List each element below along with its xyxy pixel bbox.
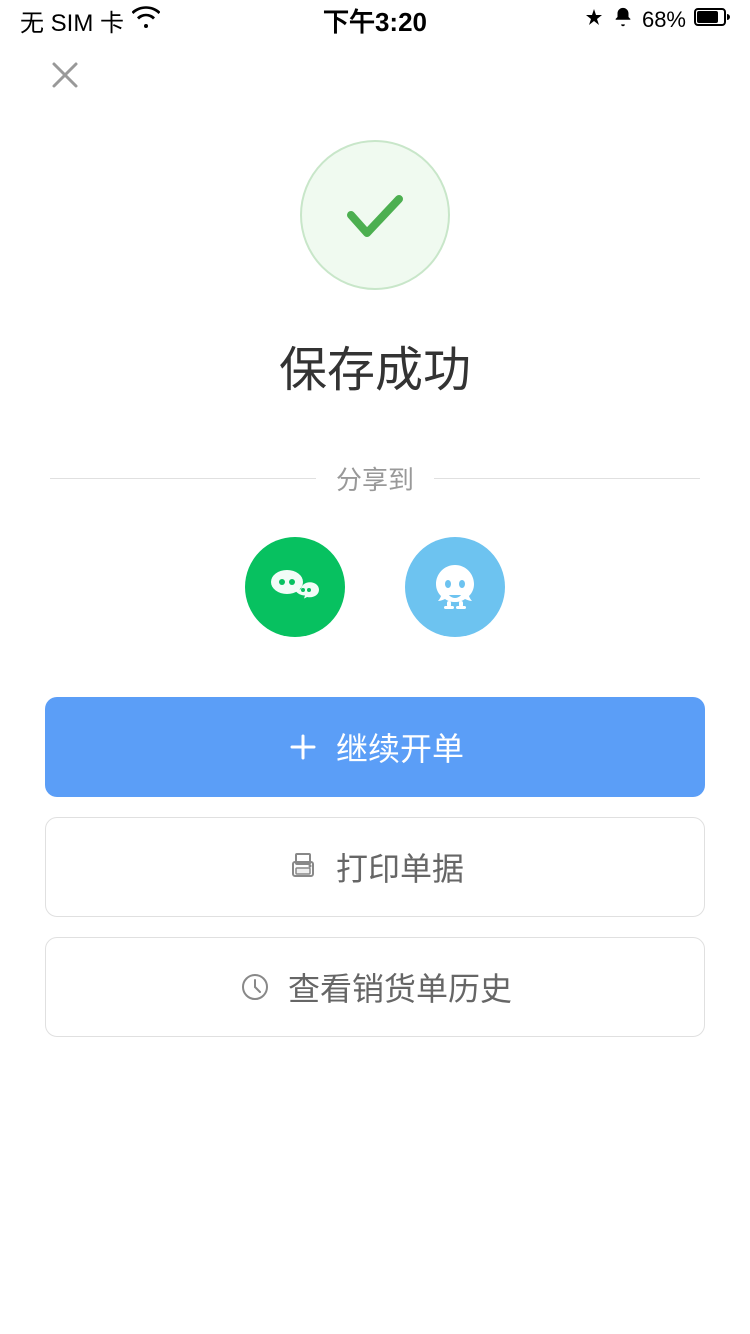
- checkmark-icon: [335, 175, 415, 255]
- share-icons: [245, 537, 505, 637]
- close-button[interactable]: [40, 50, 90, 100]
- actions: 继续开单 打印单据 查看销货单历史: [45, 697, 705, 1037]
- wechat-share-button[interactable]: [245, 537, 345, 637]
- qq-icon: [425, 557, 485, 617]
- history-label: 查看销货单历史: [288, 964, 512, 1010]
- success-circle: [300, 140, 450, 290]
- status-left: 无 SIM 卡: [20, 3, 160, 38]
- battery-icon: [694, 7, 730, 33]
- share-section: 分享到: [0, 460, 750, 637]
- continue-label: 继续开单: [336, 724, 464, 770]
- history-button[interactable]: 查看销货单历史: [45, 937, 705, 1037]
- print-icon: [286, 850, 320, 884]
- success-title: 保存成功: [279, 330, 471, 400]
- main-content: 保存成功 分享到: [0, 40, 750, 1037]
- history-icon: [238, 970, 272, 1004]
- alarm-icon: [612, 6, 634, 34]
- continue-button[interactable]: 继续开单: [45, 697, 705, 797]
- location-icon: [584, 7, 604, 33]
- status-bar: 无 SIM 卡 下午3:20 68%: [0, 0, 750, 40]
- no-sim-text: 无 SIM 卡: [20, 3, 124, 38]
- share-label: 分享到: [316, 460, 434, 497]
- share-divider: 分享到: [0, 460, 750, 497]
- print-label: 打印单据: [336, 844, 464, 890]
- battery-text: 68%: [642, 7, 686, 33]
- wifi-icon: [132, 6, 160, 35]
- wechat-icon: [265, 557, 325, 617]
- status-time: 下午3:20: [323, 2, 427, 39]
- print-button[interactable]: 打印单据: [45, 817, 705, 917]
- status-right: 68%: [584, 6, 730, 34]
- qq-share-button[interactable]: [405, 537, 505, 637]
- plus-icon: [286, 730, 320, 764]
